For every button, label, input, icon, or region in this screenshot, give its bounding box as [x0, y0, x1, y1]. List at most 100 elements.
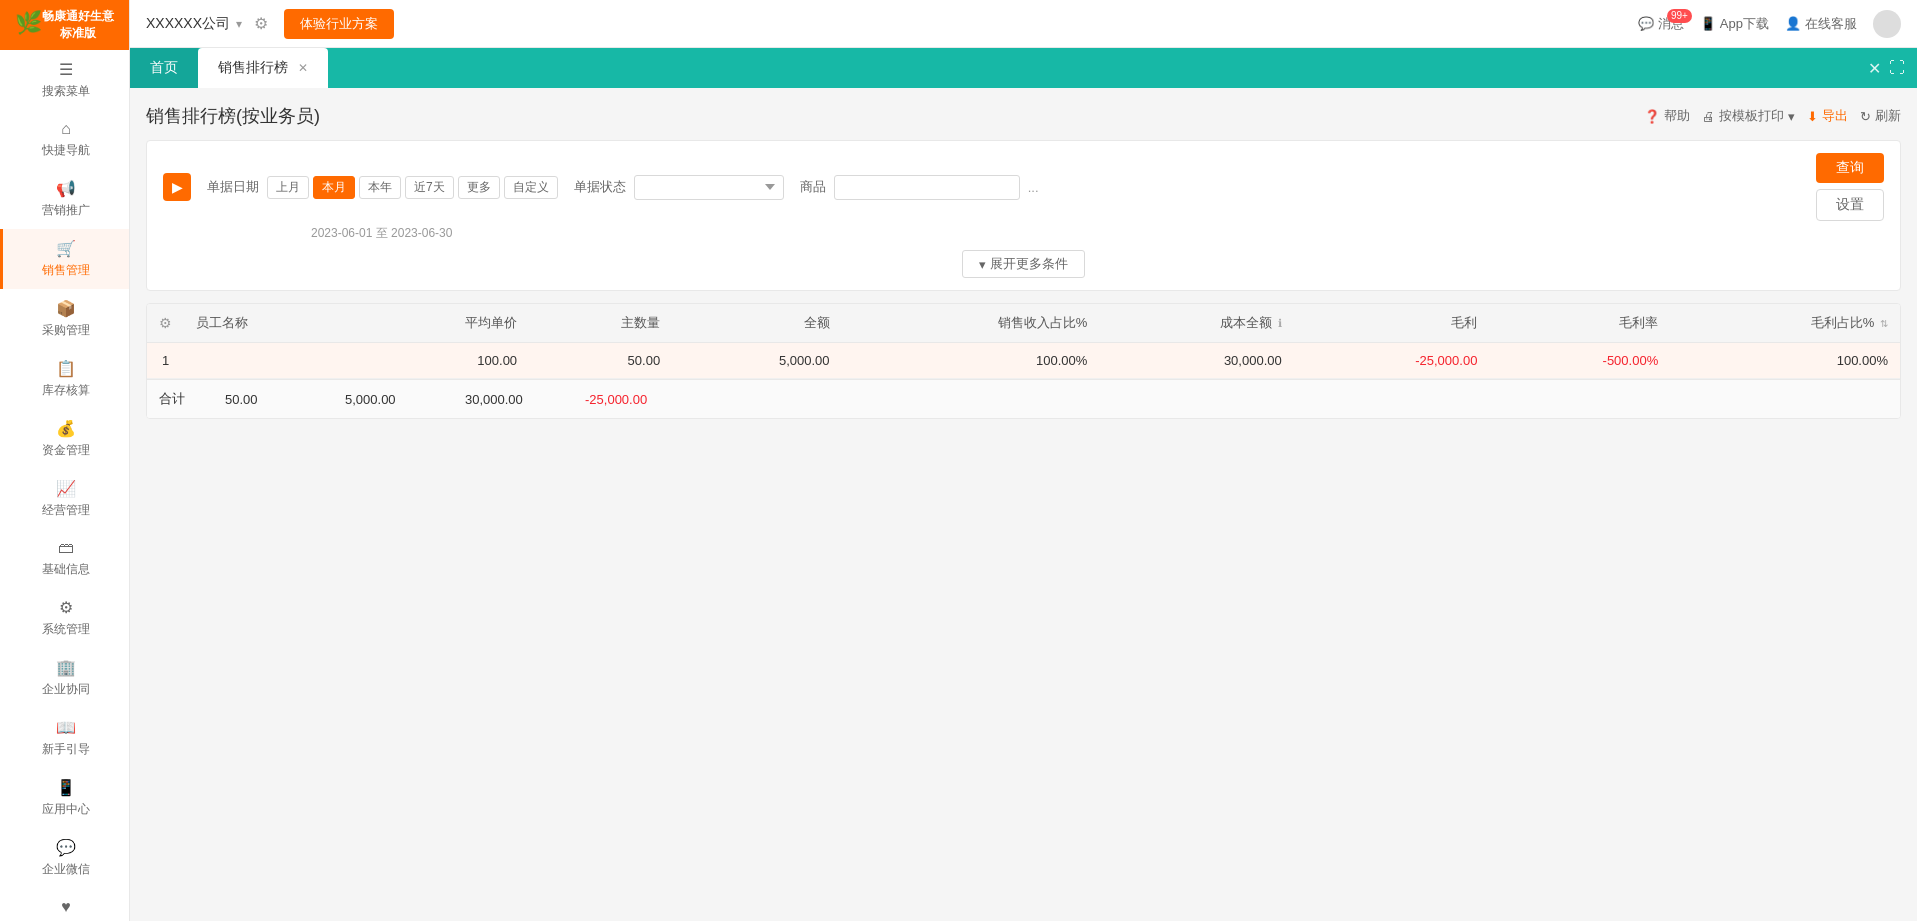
finance-icon: 💰 — [56, 419, 76, 438]
guide-icon: 📖 — [56, 718, 76, 737]
this-year-btn[interactable]: 本年 — [359, 176, 401, 199]
page-title: 销售排行榜(按业务员) — [146, 104, 320, 128]
table-settings-icon[interactable]: ⚙ — [159, 315, 172, 331]
sidebar-item-quick-nav[interactable]: ⌂ 快捷导航 — [0, 110, 129, 169]
sidebar-item-operations[interactable]: 📈 经营管理 — [0, 469, 129, 529]
footer-cost: 30,000.00 — [465, 392, 545, 407]
cell-avg-price: 100.00 — [357, 343, 530, 379]
app-center-icon: 📱 — [56, 778, 76, 797]
trial-button[interactable]: 体验行业方案 — [284, 9, 394, 39]
sidebar-item-enterprise[interactable]: 🏢 企业协同 — [0, 648, 129, 708]
print-icon: 🖨 — [1702, 109, 1715, 124]
col-main-qty: 主数量 — [529, 304, 672, 343]
sidebar-item-basic-info[interactable]: 🗃 基础信息 — [0, 529, 129, 588]
filter-area: ▶ 单据日期 上月 本月 本年 近7天 更多 自定义 单据状态 — [146, 140, 1901, 291]
logo-icon: 🌿 — [15, 8, 42, 39]
sidebar-item-guide[interactable]: 📖 新手引导 — [0, 708, 129, 768]
col-cost: 成本全额 ℹ — [1099, 304, 1293, 343]
tab-sales-rank[interactable]: 销售排行榜 ✕ — [198, 48, 328, 88]
company-chevron-icon: ▾ — [236, 17, 242, 31]
tab-close-icon[interactable]: ✕ — [298, 61, 308, 75]
home-icon: ⌂ — [61, 120, 71, 138]
col-sales-pct: 销售收入占比% — [842, 304, 1100, 343]
sidebar-item-marketing[interactable]: 📢 营销推广 — [0, 169, 129, 229]
cell-sales-pct: 100.00% — [842, 343, 1100, 379]
cell-rank: 1 — [147, 343, 184, 379]
fullscreen-icon[interactable]: ⛶ — [1889, 59, 1905, 77]
date-filter-label: 单据日期 — [207, 178, 259, 196]
search-order-icon: ☰ — [59, 60, 73, 79]
filter-expand-arrow[interactable]: ▶ — [163, 173, 191, 201]
more-filters-btn[interactable]: ... — [1028, 180, 1039, 195]
top-header: XXXXXX公司 ▾ ⚙ 体验行业方案 💬 消息 99+ 📱 App下载 👤 在… — [130, 0, 1917, 48]
nav-right-actions: ✕ ⛶ — [1856, 59, 1917, 78]
tab-close-all-icon[interactable]: ✕ — [1868, 59, 1881, 78]
header-right: 💬 消息 99+ 📱 App下载 👤 在线客服 — [1638, 10, 1901, 38]
sidebar-item-system[interactable]: ⚙ 系统管理 — [0, 588, 129, 648]
setting-button[interactable]: 设置 — [1816, 189, 1884, 221]
app-download-button[interactable]: 📱 App下载 — [1700, 15, 1769, 33]
profit-pct-sort-icon[interactable]: ⇅ — [1880, 318, 1888, 329]
refresh-button[interactable]: ↻ 刷新 — [1860, 107, 1901, 125]
page-header: 销售排行榜(按业务员) ❓ 帮助 🖨 按模板打印 ▾ ⬇ 导出 ↻ 刷新 — [146, 104, 1901, 128]
table-row: 1 100.00 50.00 5,000.00 — [147, 343, 1900, 379]
export-icon: ⬇ — [1807, 109, 1818, 124]
company-selector[interactable]: XXXXXX公司 ▾ — [146, 15, 242, 33]
purchase-icon: 📦 — [56, 299, 76, 318]
col-name: 员工名称 — [184, 304, 357, 343]
print-chevron-icon: ▾ — [1788, 109, 1795, 124]
refresh-icon: ↻ — [1860, 109, 1871, 124]
cell-amount: 5,000.00 — [672, 343, 841, 379]
app-icon: 📱 — [1700, 16, 1716, 31]
company-name: XXXXXX公司 — [146, 15, 230, 33]
help-button[interactable]: ❓ 帮助 — [1644, 107, 1690, 125]
date-filter-buttons: 上月 本月 本年 近7天 更多 自定义 — [267, 176, 558, 199]
page-actions: ❓ 帮助 🖨 按模板打印 ▾ ⬇ 导出 ↻ 刷新 — [1644, 107, 1901, 125]
inventory-icon: 📋 — [56, 359, 76, 378]
this-month-btn[interactable]: 本月 — [313, 176, 355, 199]
cell-main-qty: 50.00 — [529, 343, 672, 379]
table-footer: 合计 50.00 5,000.00 30,000.00 -25,000.00 — [147, 379, 1900, 418]
table-container: ⚙ 员工名称 平均单价 主数量 全额 — [146, 303, 1901, 419]
status-filter-select[interactable] — [634, 175, 784, 200]
expand-more-btn[interactable]: ▾ 展开更多条件 — [962, 250, 1085, 278]
sidebar-item-search-order[interactable]: ☰ 搜索菜单 — [0, 50, 129, 110]
basic-info-icon: 🗃 — [58, 539, 74, 557]
filter-row-1: ▶ 单据日期 上月 本月 本年 近7天 更多 自定义 单据状态 — [163, 153, 1884, 221]
sidebar-item-app-center[interactable]: 📱 应用中心 — [0, 768, 129, 828]
cost-info-icon[interactable]: ℹ — [1278, 317, 1282, 329]
more-btn[interactable]: 更多 — [458, 176, 500, 199]
nav-tabs: 首页 销售排行榜 ✕ ✕ ⛶ — [130, 48, 1917, 88]
last-7days-btn[interactable]: 近7天 — [405, 176, 454, 199]
prev-month-btn[interactable]: 上月 — [267, 176, 309, 199]
query-button[interactable]: 查询 — [1816, 153, 1884, 183]
sidebar-item-sales[interactable]: 🛒 销售管理 — [0, 229, 129, 289]
cell-profit-rate: -500.00% — [1489, 343, 1670, 379]
message-button[interactable]: 💬 消息 99+ — [1638, 15, 1684, 33]
col-avg-price: 平均单价 — [357, 304, 530, 343]
page-content: 销售排行榜(按业务员) ❓ 帮助 🖨 按模板打印 ▾ ⬇ 导出 ↻ 刷新 — [130, 88, 1917, 921]
template-print-button[interactable]: 🖨 按模板打印 ▾ — [1702, 107, 1795, 125]
main-area: XXXXXX公司 ▾ ⚙ 体验行业方案 💬 消息 99+ 📱 App下载 👤 在… — [130, 0, 1917, 921]
sidebar-item-inventory[interactable]: 📋 库存核算 — [0, 349, 129, 409]
sidebar-item-purchase[interactable]: 📦 采购管理 — [0, 289, 129, 349]
sidebar: 🌿 畅康通好生意 标准版 ☰ 搜索菜单 ⌂ 快捷导航 📢 营销推广 🛒 销售管理… — [0, 0, 130, 921]
col-settings: ⚙ — [147, 304, 184, 343]
tab-home[interactable]: 首页 — [130, 48, 198, 88]
sidebar-item-wechat[interactable]: 💬 企业微信 — [0, 828, 129, 888]
online-service-button[interactable]: 👤 在线客服 — [1785, 15, 1857, 33]
sidebar-item-finance[interactable]: 💰 资金管理 — [0, 409, 129, 469]
sales-icon: 🛒 — [56, 239, 76, 258]
export-button[interactable]: ⬇ 导出 — [1807, 107, 1848, 125]
help-icon: ❓ — [1644, 109, 1660, 124]
user-avatar[interactable] — [1873, 10, 1901, 38]
marketing-icon: 📢 — [56, 179, 76, 198]
header-settings-icon[interactable]: ⚙ — [254, 14, 268, 33]
date-range-display: 2023-06-01 至 2023-06-30 — [311, 225, 1884, 242]
sidebar-logo: 🌿 畅康通好生意 标准版 — [0, 0, 129, 50]
col-amount: 全额 — [672, 304, 841, 343]
goods-filter-input[interactable] — [834, 175, 1020, 200]
sidebar-item-member[interactable]: ♥ 畅会员 — [0, 888, 129, 921]
custom-btn[interactable]: 自定义 — [504, 176, 558, 199]
logo-text: 畅康通好生意 标准版 — [42, 8, 114, 42]
